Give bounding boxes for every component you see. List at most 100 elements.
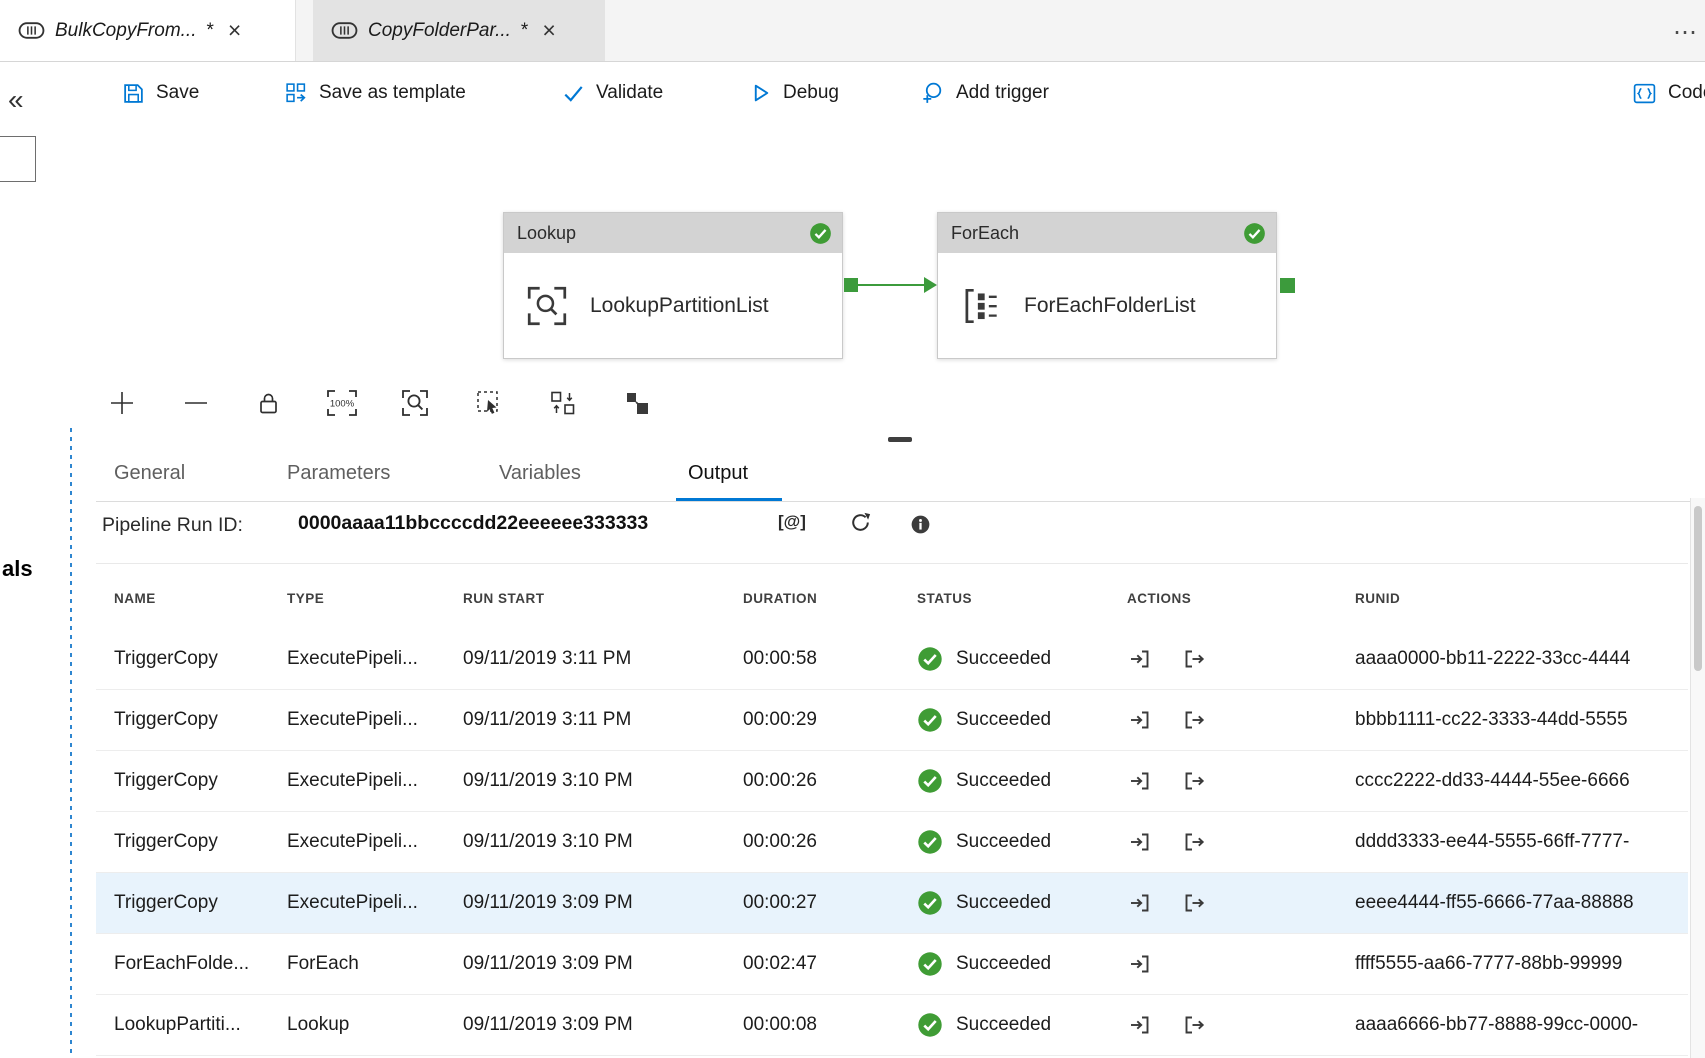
zoom-to-fit-icon[interactable]	[397, 384, 433, 422]
column-header-actions: ACTIONS	[1127, 591, 1191, 606]
succeeded-icon	[917, 890, 943, 916]
succeeded-icon	[917, 829, 943, 855]
tab-general[interactable]: General	[114, 445, 185, 501]
output-port[interactable]	[844, 278, 858, 292]
save-button[interactable]: Save	[122, 62, 199, 124]
info-icon[interactable]	[910, 514, 931, 535]
table-row[interactable]: ForEachFolde... ForEach 09/11/2019 3:09 …	[96, 934, 1688, 995]
pipeline-icon	[331, 19, 358, 42]
status-badge: Succeeded	[917, 690, 1051, 750]
tab-parameters[interactable]: Parameters	[287, 445, 390, 501]
output-icon[interactable]	[1181, 890, 1207, 916]
play-icon	[750, 82, 772, 104]
succeeded-icon	[917, 1012, 943, 1038]
table-row[interactable]: TriggerCopy ExecutePipeli... 09/11/2019 …	[96, 751, 1688, 812]
activity-node-header: ForEach	[938, 213, 1276, 253]
succeeded-icon	[917, 707, 943, 733]
annotation-icon[interactable]: [@]	[778, 512, 806, 532]
column-header-type: TYPE	[287, 591, 324, 606]
output-icon[interactable]	[1181, 768, 1207, 794]
table-row[interactable]: TriggerCopy ExecutePipeli... 09/11/2019 …	[96, 629, 1688, 690]
refresh-icon[interactable]	[848, 510, 873, 535]
output-icon[interactable]	[1181, 1012, 1207, 1038]
tab-variables[interactable]: Variables	[499, 445, 581, 501]
validate-button[interactable]: Validate	[562, 62, 663, 124]
zoom-in-icon[interactable]	[104, 384, 140, 422]
unsaved-indicator: *	[206, 20, 213, 42]
panel-resize-handle[interactable]	[888, 437, 912, 442]
multi-select-icon[interactable]	[471, 384, 507, 422]
more-tabs-icon[interactable]: ⋯	[1673, 18, 1699, 47]
auto-align-icon[interactable]	[545, 384, 581, 422]
succeeded-badge-icon	[1243, 222, 1266, 245]
table-row[interactable]: TriggerCopy ExecutePipeli... 09/11/2019 …	[96, 690, 1688, 751]
input-icon[interactable]	[1127, 951, 1153, 977]
tab-output[interactable]: Output	[688, 445, 748, 501]
zoom-100-icon[interactable]: 100%	[324, 384, 360, 422]
output-port[interactable]	[1280, 278, 1295, 293]
input-icon[interactable]	[1127, 768, 1153, 794]
table-row[interactable]: LookupPartiti... Lookup 09/11/2019 3:09 …	[96, 995, 1688, 1056]
debug-button[interactable]: Debug	[750, 62, 839, 124]
input-icon[interactable]	[1127, 890, 1153, 916]
activity-connector	[840, 271, 940, 299]
check-icon	[562, 82, 585, 104]
minimap-icon[interactable]	[619, 384, 655, 422]
braces-icon	[1632, 82, 1657, 105]
scrollbar-thumb[interactable]	[1694, 506, 1702, 671]
left-rail-partial-label: als	[2, 556, 33, 582]
activity-node-header: Lookup	[504, 213, 842, 253]
output-icon[interactable]	[1181, 707, 1207, 733]
app-window: BulkCopyFrom... * × CopyFolderPar... * ×…	[0, 0, 1705, 1058]
column-header-name: NAME	[114, 591, 156, 606]
table-row-selected[interactable]: TriggerCopy ExecutePipeli... 09/11/2019 …	[96, 873, 1688, 934]
activity-node-foreach[interactable]: ForEach ForEachFolderList	[937, 212, 1277, 359]
lookup-activity-icon	[524, 283, 570, 329]
left-panel-splitter[interactable]	[70, 428, 72, 1058]
column-header-duration: DURATION	[743, 591, 817, 606]
input-icon[interactable]	[1127, 707, 1153, 733]
pipeline-icon	[18, 19, 45, 42]
unsaved-indicator: *	[521, 20, 528, 42]
add-trigger-icon	[920, 81, 945, 106]
status-badge: Succeeded	[917, 812, 1051, 872]
succeeded-icon	[917, 951, 943, 977]
lock-icon[interactable]	[251, 384, 287, 422]
column-header-runid: RUNID	[1355, 591, 1400, 606]
status-badge: Succeeded	[917, 873, 1051, 933]
activity-name: LookupPartitionList	[590, 294, 769, 318]
tab-bar: BulkCopyFrom... * × CopyFolderPar... * ×…	[0, 0, 1705, 62]
activity-node-lookup[interactable]: Lookup LookupPartitionList	[503, 212, 843, 359]
column-header-run-start: RUN START	[463, 591, 545, 606]
left-rail-box[interactable]	[0, 136, 36, 182]
tab-copyfolderpar[interactable]: CopyFolderPar... * ×	[313, 0, 605, 61]
status-badge: Succeeded	[917, 934, 1051, 994]
template-icon	[284, 81, 308, 105]
svg-text:100%: 100%	[330, 399, 355, 410]
output-icon[interactable]	[1181, 829, 1207, 855]
foreach-activity-icon	[958, 283, 1004, 329]
input-icon[interactable]	[1127, 646, 1153, 672]
succeeded-badge-icon	[809, 222, 832, 245]
column-header-status: STATUS	[917, 591, 972, 606]
panel-tabs-divider	[96, 501, 1692, 502]
collapse-panel-icon[interactable]: «	[8, 84, 24, 116]
output-icon[interactable]	[1181, 646, 1207, 672]
tab-bulkcopyfrom[interactable]: BulkCopyFrom... * ×	[0, 0, 296, 61]
activity-name: ForEachFolderList	[1024, 294, 1196, 318]
code-button[interactable]: Code	[1632, 62, 1705, 124]
save-as-template-button[interactable]: Save as template	[284, 62, 466, 124]
zoom-out-icon[interactable]	[178, 384, 214, 422]
input-icon[interactable]	[1127, 829, 1153, 855]
succeeded-icon	[917, 768, 943, 794]
status-badge: Succeeded	[917, 629, 1051, 689]
succeeded-icon	[917, 646, 943, 672]
table-row[interactable]: TriggerCopy ExecutePipeli... 09/11/2019 …	[96, 812, 1688, 873]
save-icon	[122, 82, 145, 105]
close-icon[interactable]: ×	[228, 19, 241, 42]
close-icon[interactable]: ×	[542, 19, 555, 42]
tab-label: CopyFolderPar...	[368, 20, 511, 42]
input-icon[interactable]	[1127, 1012, 1153, 1038]
status-badge: Succeeded	[917, 995, 1051, 1055]
add-trigger-button[interactable]: Add trigger	[920, 62, 1049, 124]
